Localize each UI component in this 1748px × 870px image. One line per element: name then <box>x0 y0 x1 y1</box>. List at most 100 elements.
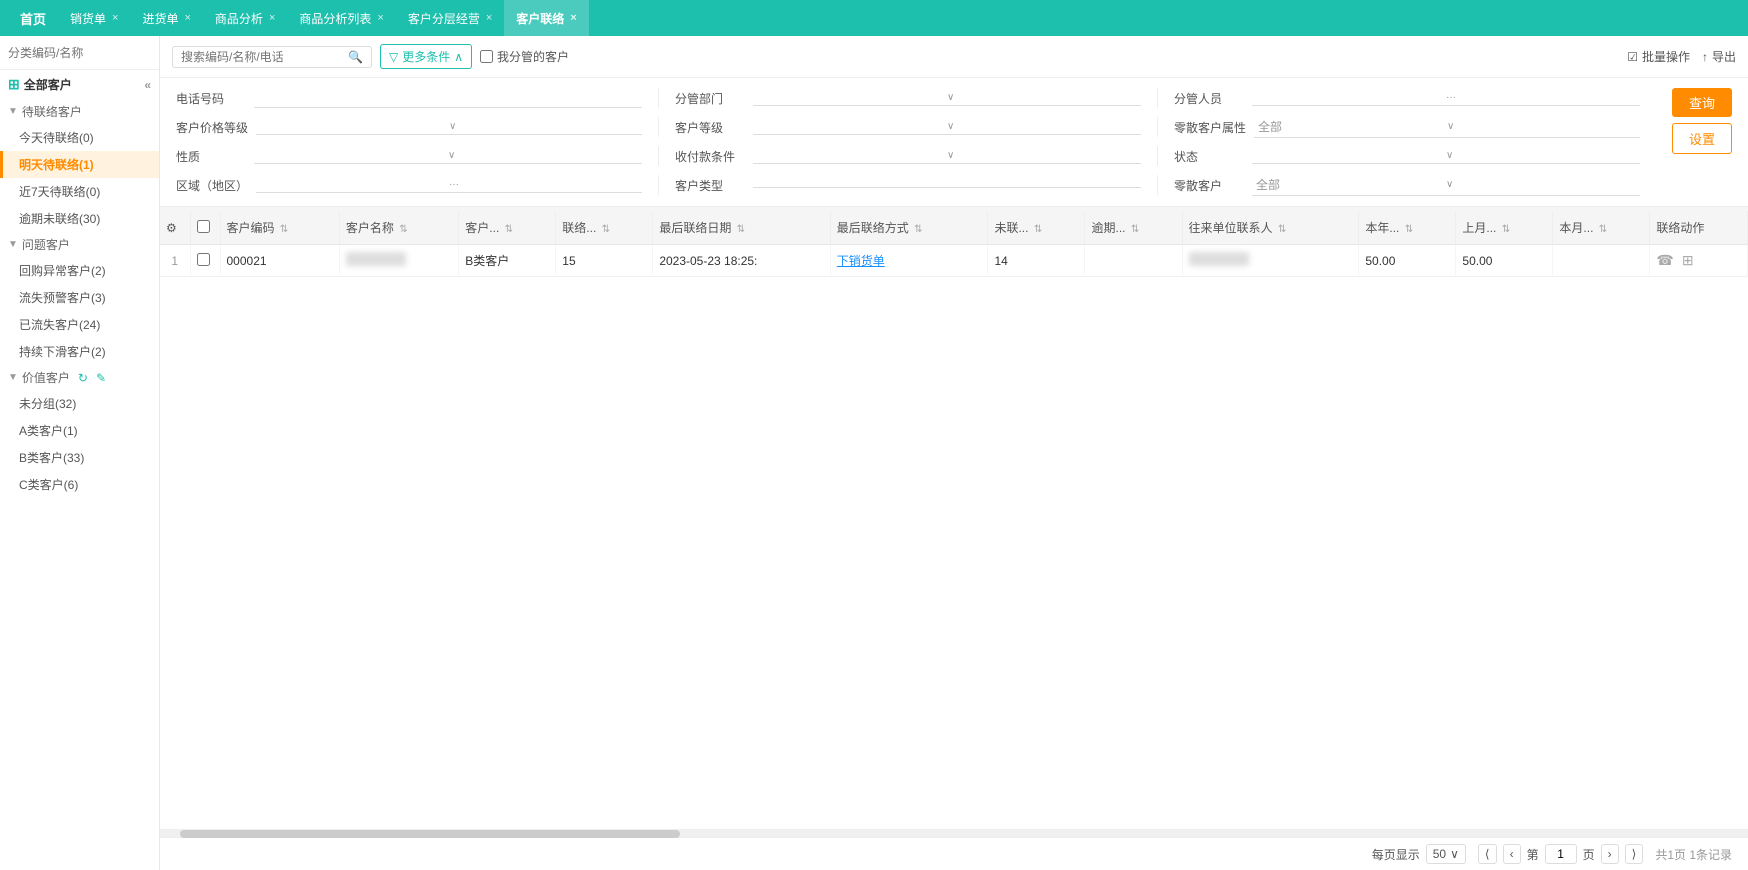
edit-icon[interactable]: ✎ <box>96 371 106 385</box>
row-this-month <box>1553 245 1650 277</box>
last-page-button[interactable]: ⟩ <box>1625 844 1644 864</box>
region-more-icon: ··· <box>449 179 638 190</box>
close-product-analysis-list-icon[interactable]: × <box>377 12 383 24</box>
sort-contacts-icon[interactable]: ⇅ <box>1278 224 1286 235</box>
first-page-button[interactable]: ⟨ <box>1478 844 1497 864</box>
query-button[interactable]: 查询 <box>1672 88 1732 117</box>
row-last-method[interactable]: 下销货单 <box>830 245 988 277</box>
retail-customer-select[interactable]: 全部 ∨ <box>1252 174 1640 196</box>
region-select[interactable]: ··· <box>256 177 642 193</box>
sort-name-icon[interactable]: ⇅ <box>399 224 407 235</box>
prev-page-button[interactable]: ‹ <box>1503 844 1521 864</box>
my-customers-checkbox[interactable] <box>480 50 493 63</box>
page-size-select[interactable]: 50 ∨ <box>1426 844 1466 864</box>
pagination: ⟨ ‹ 第 页 › ⟩ <box>1478 844 1643 864</box>
sidebar-item-repurchase-abnormal[interactable]: 回购异常客户(2) <box>0 257 159 284</box>
col-this-month: 本月... ⇅ <box>1553 211 1650 245</box>
search-submit-icon[interactable]: 🔍 <box>348 50 363 64</box>
dept-label: 分管部门 <box>675 90 745 107</box>
sidebar-item-a-class[interactable]: A类客户(1) <box>0 417 159 444</box>
sidebar-item-overdue-contact[interactable]: 逾期未联络(30) <box>0 205 159 232</box>
nav-product-analysis[interactable]: 商品分析 × <box>203 0 287 36</box>
close-sales-order-icon[interactable]: × <box>112 12 118 24</box>
action-phone-icon[interactable]: ☎ <box>1656 252 1673 269</box>
customer-level-select[interactable]: ∨ <box>753 119 1141 135</box>
payment-down-icon: ∨ <box>947 150 1137 161</box>
sidebar-item-churn-warning[interactable]: 流失预警客户(3) <box>0 284 159 311</box>
problem-customer-group[interactable]: ▼ 问题客户 <box>0 232 159 257</box>
filter-status: 状态 ∨ <box>1174 148 1640 165</box>
toolbar-right: ☑ 批量操作 ↑ 导出 <box>1627 48 1736 65</box>
pending-contact-group[interactable]: ▼ 待联络客户 <box>0 99 159 124</box>
close-product-analysis-icon[interactable]: × <box>269 12 275 24</box>
search-input[interactable] <box>181 50 344 64</box>
sidebar-item-ungrouped[interactable]: 未分组(32) <box>0 390 159 417</box>
sidebar-item-tomorrow-contact[interactable]: 明天待联络(1) <box>0 151 159 178</box>
status-select[interactable]: ∨ <box>1252 148 1640 164</box>
col-code: 客户编码 ⇅ <box>220 211 339 245</box>
contacts-blurred <box>1189 252 1249 266</box>
filter-actions: 查询 设置 <box>1672 88 1732 196</box>
dept-select[interactable]: ∨ <box>753 90 1141 106</box>
batch-ops-button[interactable]: ☑ 批量操作 <box>1627 48 1690 65</box>
nav-sales-order[interactable]: 销货单 × <box>58 0 130 36</box>
col-settings[interactable]: ⚙ <box>160 211 190 245</box>
my-customers-checkbox-label[interactable]: 我分管的客户 <box>480 48 569 65</box>
sidebar-item-b-class[interactable]: B类客户(33) <box>0 444 159 471</box>
sort-contact-icon[interactable]: ⇅ <box>602 224 610 235</box>
action-grid-icon[interactable]: ⊞ <box>1682 252 1694 269</box>
grid-icon: ⊞ <box>8 76 20 93</box>
value-customer-arrow-icon: ▼ <box>8 372 18 383</box>
sort-last-month-icon[interactable]: ⇅ <box>1502 224 1510 235</box>
manager-select[interactable]: ··· <box>1252 90 1640 106</box>
nav-product-analysis-list[interactable]: 商品分析列表 × <box>287 0 395 36</box>
settings-icon[interactable]: ⚙ <box>166 221 177 235</box>
horizontal-scrollbar[interactable] <box>160 829 1748 837</box>
row-checkbox[interactable] <box>197 253 210 266</box>
customer-price-select[interactable]: ∨ <box>256 119 642 135</box>
filter-row-2: 客户价格等级 ∨ 客户等级 ∨ <box>176 116 1640 138</box>
scrollbar-thumb[interactable] <box>180 830 680 838</box>
customer-type-select[interactable] <box>753 183 1141 188</box>
sort-last-date-icon[interactable]: ⇅ <box>737 224 745 235</box>
sidebar-search-input[interactable] <box>8 46 163 60</box>
sort-this-month-icon[interactable]: ⇅ <box>1599 224 1607 235</box>
more-filters-button[interactable]: ▽ 更多条件 ∧ <box>380 44 472 69</box>
reset-button[interactable]: 设置 <box>1672 123 1732 154</box>
nav-purchase-order[interactable]: 进货单 × <box>130 0 202 36</box>
payment-select[interactable]: ∨ <box>753 148 1141 164</box>
last-method-link[interactable]: 下销货单 <box>837 254 885 268</box>
nav-home[interactable]: 首页 <box>8 0 58 36</box>
all-customers-header[interactable]: ⊞ 全部客户 « <box>0 70 159 99</box>
gender-select[interactable]: ∨ <box>254 148 642 164</box>
sidebar-item-churned[interactable]: 已流失客户(24) <box>0 311 159 338</box>
sort-this-year-icon[interactable]: ⇅ <box>1405 224 1413 235</box>
page-number-input[interactable] <box>1545 844 1577 864</box>
nav-customer-tier[interactable]: 客户分层经营 × <box>396 0 504 36</box>
retail-attr-select[interactable]: 全部 ∨ <box>1254 116 1640 138</box>
sort-code-icon[interactable]: ⇅ <box>280 224 288 235</box>
sidebar-item-week-contact[interactable]: 近7天待联络(0) <box>0 178 159 205</box>
sort-not-contacted-icon[interactable]: ⇅ <box>1034 224 1042 235</box>
sort-last-method-icon[interactable]: ⇅ <box>914 224 922 235</box>
filter-arrow-icon: ∧ <box>454 50 463 64</box>
collapse-sidebar-icon[interactable]: « <box>144 78 151 92</box>
sidebar-item-declining[interactable]: 持续下滑客户(2) <box>0 338 159 365</box>
phone-input[interactable] <box>254 89 642 108</box>
close-purchase-order-icon[interactable]: × <box>184 12 190 24</box>
export-button[interactable]: ↑ 导出 <box>1702 48 1736 65</box>
col-checkbox[interactable] <box>190 211 220 245</box>
select-all-checkbox[interactable] <box>197 220 210 233</box>
refresh-icon[interactable]: ↻ <box>78 371 88 385</box>
sidebar-item-today-contact[interactable]: 今天待联络(0) <box>0 124 159 151</box>
sidebar-item-c-class[interactable]: C类客户(6) <box>0 471 159 498</box>
value-customer-group[interactable]: ▼ 价值客户 ↻ ✎ <box>0 365 159 390</box>
next-page-button[interactable]: › <box>1601 844 1619 864</box>
sort-type-icon[interactable]: ⇅ <box>505 224 513 235</box>
sort-overdue-icon[interactable]: ⇅ <box>1131 224 1139 235</box>
row-checkbox-cell[interactable] <box>190 245 220 277</box>
filter-retail-customer: 零散客户 全部 ∨ <box>1174 174 1640 196</box>
close-customer-tier-icon[interactable]: × <box>486 12 492 24</box>
nav-customer-contact[interactable]: 客户联络 × <box>504 0 588 36</box>
close-customer-contact-icon[interactable]: × <box>570 12 576 24</box>
